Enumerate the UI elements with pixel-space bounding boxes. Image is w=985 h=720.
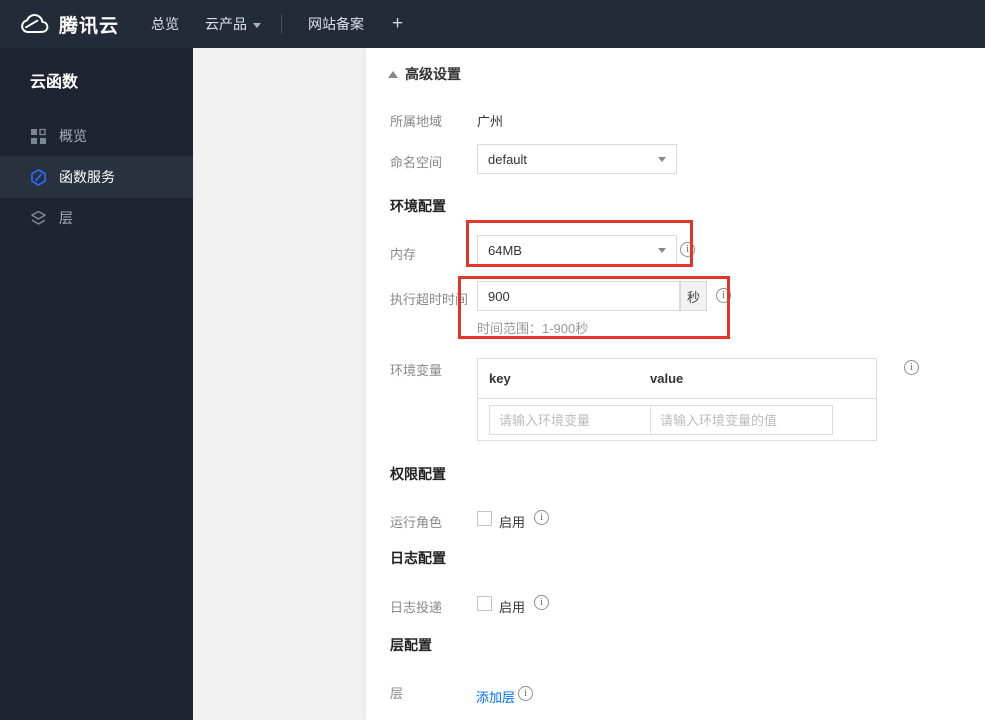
env-vars-input-row [478,399,876,440]
log-delivery-info-icon[interactable]: i [534,595,549,610]
env-vars-table: key value [477,358,877,441]
sidebar-item-label: 概览 [59,128,87,144]
role-label: 运行角色 [390,515,443,530]
timeout-unit-button[interactable]: 秒 [680,281,707,311]
sidebar-item-label: 函数服务 [59,169,115,185]
memory-label: 内存 [390,247,417,262]
add-layer-info-icon[interactable]: i [518,686,533,701]
env-vars-label: 环境变量 [390,363,443,378]
section-layer-config: 层配置 [390,637,432,653]
advanced-settings-toggle[interactable]: 高级设置 [388,64,461,84]
timeout-label: 执行超时时间 [390,292,469,307]
sidebar-menu: 概览 函数服务 层 [0,116,193,238]
env-var-key-input[interactable] [489,405,651,435]
role-enable-label: 启用 [499,515,526,530]
tencent-cloud-brand[interactable]: 腾讯云 [0,11,119,38]
nav-item-cloud-products[interactable]: 云产品 [205,14,262,34]
timeout-range-hint: 时间范围：1-900秒 [477,321,589,336]
add-layer-link[interactable]: 添加层 [476,687,515,706]
section-permission-config: 权限配置 [390,466,446,482]
namespace-label: 命名空间 [390,155,443,170]
timeout-info-icon[interactable]: i [716,288,731,303]
collapse-triangle-icon [388,70,398,78]
memory-selected-value: 64MB [488,242,522,258]
sidebar-title: 云函数 [30,74,79,91]
log-delivery-enable-label: 启用 [499,600,526,615]
timeout-input[interactable] [477,281,680,311]
sidebar-item-label: 层 [59,210,73,226]
sidebar-item-function-service[interactable]: 函数服务 [0,156,193,198]
section-env-config: 环境配置 [390,198,446,214]
chevron-down-icon [658,247,666,253]
env-vars-key-header: key [489,371,511,386]
brand-name: 腾讯云 [59,15,120,37]
role-enable-checkbox[interactable] [477,511,492,526]
sidebar-item-overview[interactable]: 概览 [0,116,193,156]
nav-divider [281,14,283,34]
env-var-value-input[interactable] [650,405,833,435]
nav-item-label: 云产品 [205,16,248,32]
secondary-panel [193,48,366,720]
nav-item-overview[interactable]: 总览 [151,14,179,34]
layers-icon [31,210,46,225]
memory-info-icon[interactable]: i [680,242,695,257]
namespace-select[interactable]: default [477,144,677,174]
scf-hexagon-icon [31,168,46,186]
chevron-down-icon [253,22,262,28]
sidebar-item-layers[interactable]: 层 [0,198,193,238]
log-delivery-label: 日志投递 [390,600,443,615]
top-nav-bar: 腾讯云 总览 云产品 网站备案 + [0,0,985,48]
layer-label: 层 [390,686,404,701]
advanced-settings-label: 高级设置 [405,66,461,82]
grid-icon [31,128,46,144]
chevron-down-icon [658,156,666,162]
env-vars-header-row: key value [478,359,876,399]
tencent-cloud-logo-icon [21,14,49,33]
memory-select[interactable]: 64MB [477,235,677,265]
region-label: 所属地域 [390,114,443,129]
log-delivery-enable-checkbox[interactable] [477,596,492,611]
timeout-input-group: 秒 [477,281,707,311]
nav-item-website-beian[interactable]: 网站备案 [308,14,364,34]
namespace-selected-value: default [488,151,528,167]
env-vars-info-icon[interactable]: i [904,360,919,375]
main-content: 高级设置 所属地域 广州 命名空间 default 环境配置 内存 64MB i… [366,48,985,720]
sidebar: 云函数 概览 函数服务 层 [0,48,193,720]
nav-add-tab-button[interactable]: + [392,13,403,35]
env-vars-value-header: value [650,371,684,386]
role-info-icon[interactable]: i [534,510,549,525]
region-value: 广州 [477,114,504,129]
section-log-config: 日志配置 [390,550,446,566]
